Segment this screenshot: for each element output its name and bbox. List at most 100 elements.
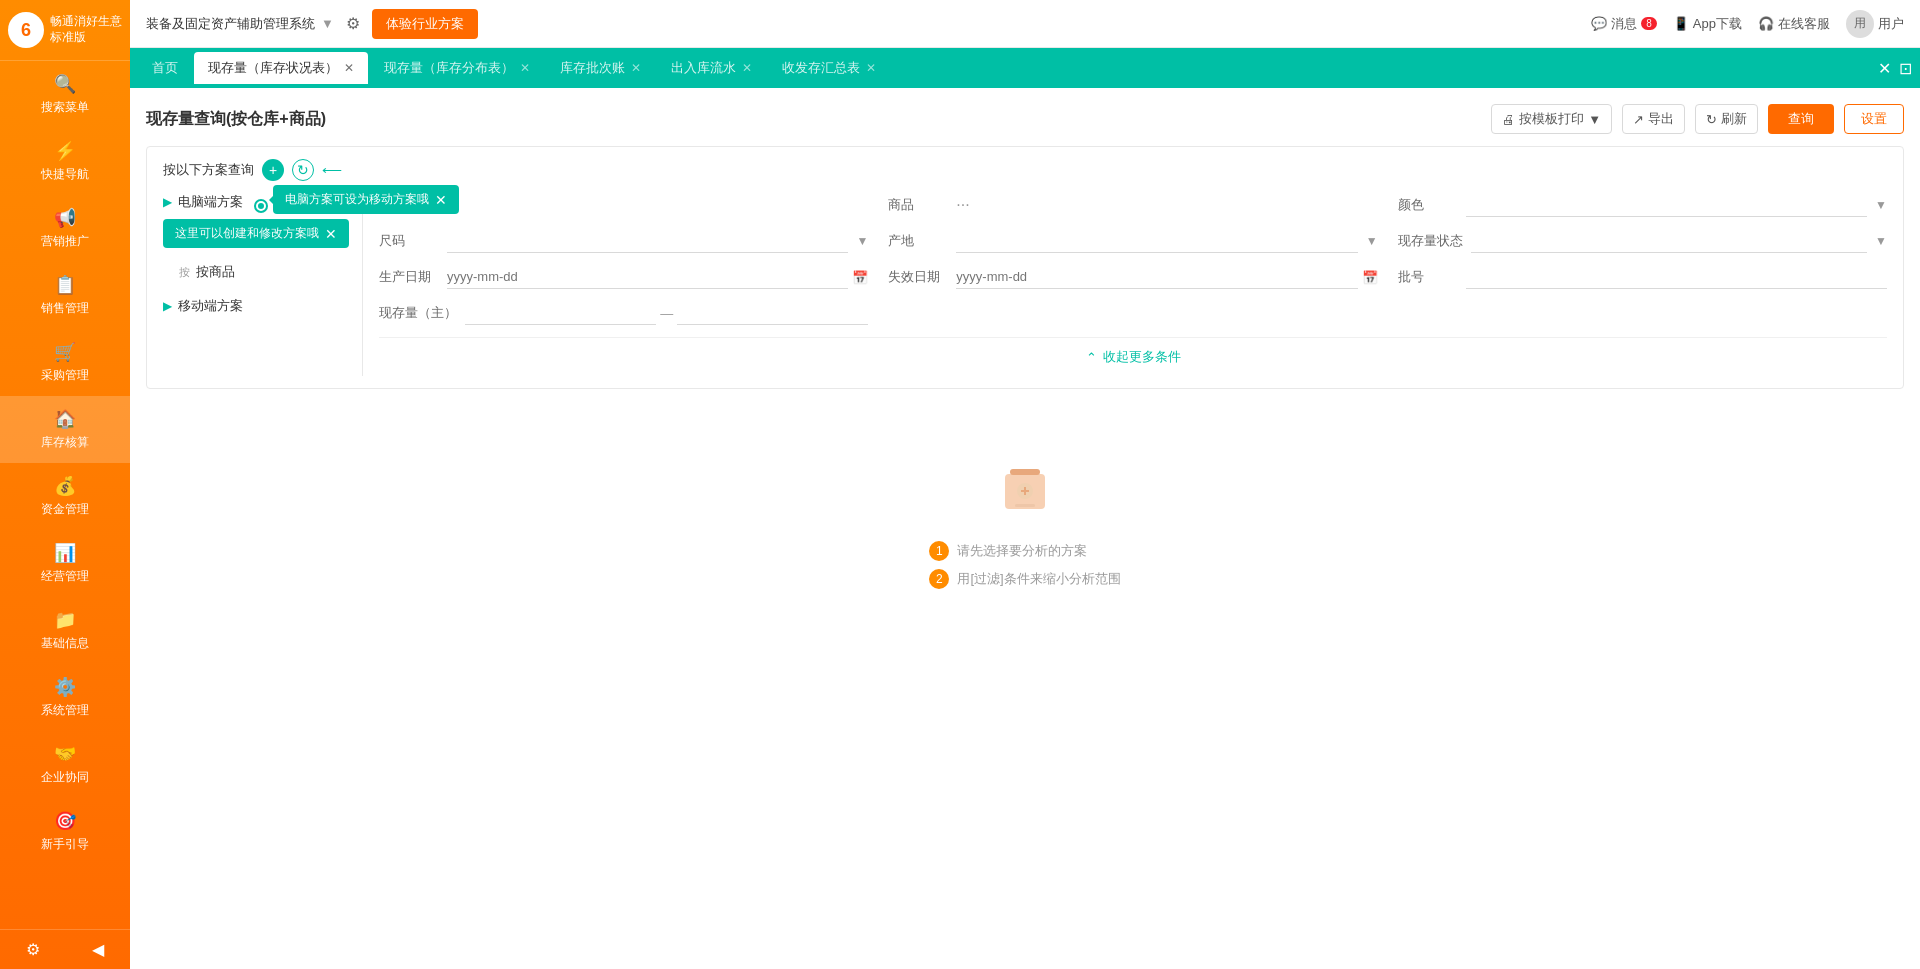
export-icon: ↗ — [1633, 112, 1644, 127]
tab-summary-close[interactable]: ✕ — [866, 61, 876, 75]
filter-add-button[interactable]: + — [262, 159, 284, 181]
desktop-scheme-container: ▶ 电脑端方案 电脑方案可设为移动方案哦 ✕ — [163, 193, 350, 211]
expire-date-start[interactable] — [956, 265, 1357, 289]
batch-field: 批号 — [1398, 265, 1887, 289]
sidebar-item-purchase[interactable]: 🛒采购管理 — [0, 329, 130, 396]
app-download-item[interactable]: 📱 App下载 — [1673, 15, 1742, 33]
sidebar-item-management[interactable]: 📊经营管理 — [0, 530, 130, 597]
expire-date-calendar[interactable]: 📅 — [1362, 270, 1378, 285]
tab-flow-close[interactable]: ✕ — [742, 61, 752, 75]
management-label: 经营管理 — [41, 568, 89, 585]
sidebar-item-marketing[interactable]: 📢营销推广 — [0, 195, 130, 262]
sidebar-item-basic-info[interactable]: 📁基础信息 — [0, 597, 130, 664]
scheme-expand-arrow: ▶ — [163, 195, 172, 209]
produce-date-calendar[interactable]: 📅 — [852, 270, 868, 285]
headset-icon: 🎧 — [1758, 16, 1774, 31]
size-input[interactable] — [447, 229, 848, 253]
sidebar: 6 畅通消好生意 标准版 🔍搜索菜单⚡快捷导航📢营销推广📋销售管理🛒采购管理🏠库… — [0, 0, 130, 969]
page-title-bar: 现存量查询(按仓库+商品) 🖨 按模板打印 ▼ ↗ 导出 ↻ 刷新 — [146, 104, 1904, 134]
message-item[interactable]: 💬 消息 8 — [1591, 15, 1657, 33]
online-service-item[interactable]: 🎧 在线客服 — [1758, 15, 1830, 33]
settings-button[interactable]: ⚙ — [346, 14, 360, 33]
stock-main-to[interactable] — [677, 301, 868, 325]
size-dropdown-arrow[interactable]: ▼ — [856, 234, 868, 248]
stock-status-input[interactable] — [1471, 229, 1867, 253]
sidebar-item-system[interactable]: ⚙️系统管理 — [0, 664, 130, 731]
reset-button[interactable]: 设置 — [1844, 104, 1904, 134]
tab-batch[interactable]: 库存批次账 ✕ — [546, 52, 655, 84]
empty-step-1: 1 请先选择要分析的方案 — [929, 541, 1120, 561]
system-icon: ⚙️ — [54, 676, 76, 698]
collapse-icon[interactable]: ◀ — [92, 940, 104, 959]
tab-inventory-distribution-close[interactable]: ✕ — [520, 61, 530, 75]
stock-main-from[interactable] — [465, 301, 656, 325]
settings-icon[interactable]: ⚙ — [26, 940, 40, 959]
tab-home[interactable]: 首页 — [138, 52, 192, 84]
sidebar-item-inventory[interactable]: 🏠库存核算 — [0, 396, 130, 463]
export-button[interactable]: ↗ 导出 — [1622, 104, 1685, 134]
tab-batch-label: 库存批次账 — [560, 59, 625, 77]
sidebar-item-search-menu[interactable]: 🔍搜索菜单 — [0, 61, 130, 128]
sidebar-item-guide[interactable]: 🎯新手引导 — [0, 798, 130, 865]
basic-info-label: 基础信息 — [41, 635, 89, 652]
system-dropdown-icon[interactable]: ▼ — [321, 16, 334, 31]
tab-inventory-status[interactable]: 现存量（库存状况表） ✕ — [194, 52, 368, 84]
printer-icon: 🖨 — [1502, 112, 1515, 127]
tab-close-all-icon[interactable]: ✕ — [1878, 59, 1891, 78]
message-icon: 💬 — [1591, 16, 1607, 31]
tab-flow[interactable]: 出入库流水✕ — [657, 52, 766, 84]
origin-dropdown-arrow[interactable]: ▼ — [1366, 234, 1378, 248]
mobile-scheme-item[interactable]: ▶ 移动端方案 — [163, 297, 350, 315]
stock-status-field: 现存量状态 ▼ — [1398, 229, 1887, 253]
cooperation-icon: 🤝 — [54, 743, 76, 765]
origin-input[interactable] — [956, 229, 1357, 253]
stock-main-field: 现存量（主） — — [379, 301, 868, 325]
svg-rect-5 — [1015, 504, 1035, 507]
tab-fullscreen-icon[interactable]: ⊡ — [1899, 59, 1912, 78]
print-button[interactable]: 🖨 按模板打印 ▼ — [1491, 104, 1612, 134]
sidebar-nav: 🔍搜索菜单⚡快捷导航📢营销推广📋销售管理🛒采购管理🏠库存核算💰资金管理📊经营管理… — [0, 61, 130, 929]
sidebar-item-sales[interactable]: 📋销售管理 — [0, 262, 130, 329]
stock-status-dropdown[interactable]: ▼ — [1875, 234, 1887, 248]
sidebar-logo: 6 畅通消好生意 标准版 — [0, 0, 130, 61]
sidebar-item-cooperation[interactable]: 🤝企业协同 — [0, 731, 130, 798]
sidebar-item-quick-nav[interactable]: ⚡快捷导航 — [0, 128, 130, 195]
quick-nav-label: 快捷导航 — [41, 166, 89, 183]
empty-illustration — [985, 449, 1065, 529]
tooltip-close-button[interactable]: ✕ — [435, 192, 447, 208]
filter-body: ▶ 电脑端方案 电脑方案可设为移动方案哦 ✕ — [163, 193, 1887, 376]
filter-refresh-button[interactable]: ↻ — [292, 159, 314, 181]
goods-dots[interactable]: ··· — [956, 196, 969, 214]
produce-date-start[interactable] — [447, 265, 848, 289]
batch-input[interactable] — [1466, 265, 1887, 289]
query-button[interactable]: 查询 — [1768, 104, 1834, 134]
header-right: 💬 消息 8 📱 App下载 🎧 在线客服 用 用户 — [1591, 10, 1904, 38]
scheme-sub-item-warehouse[interactable]: 按 按商品 — [179, 263, 350, 281]
main-area: 装备及固定资产辅助管理系统 ▼ ⚙ 体验行业方案 💬 消息 8 📱 App下载 … — [130, 0, 1920, 969]
tab-inventory-status-close[interactable]: ✕ — [344, 61, 354, 75]
collapse-button[interactable]: ⌃ 收起更多条件 — [379, 337, 1887, 376]
experience-button[interactable]: 体验行业方案 — [372, 9, 478, 39]
marketing-label: 营销推广 — [41, 233, 89, 250]
scheme-tooltip: 电脑方案可设为移动方案哦 ✕ — [273, 185, 459, 214]
filter-area: 按以下方案查询 + ↻ ⟵ ▶ 电脑端方案 — [146, 146, 1904, 389]
svg-rect-1 — [1010, 469, 1040, 475]
color-dropdown-arrow[interactable]: ▼ — [1875, 198, 1887, 212]
tab-bar-right: ✕ ⊡ — [1878, 59, 1912, 78]
tab-summary[interactable]: 收发存汇总表✕ — [768, 52, 890, 84]
search-menu-label: 搜索菜单 — [41, 99, 89, 116]
user-item[interactable]: 用 用户 — [1846, 10, 1904, 38]
empty-step-2: 2 用[过滤]条件来缩小分析范围 — [929, 569, 1120, 589]
tab-inventory-distribution[interactable]: 现存量（库存分布表）✕ — [370, 52, 544, 84]
color-input[interactable] — [1466, 193, 1867, 217]
create-tooltip-close[interactable]: ✕ — [325, 226, 337, 242]
tab-batch-close[interactable]: ✕ — [631, 61, 641, 75]
filter-label: 按以下方案查询 — [163, 161, 254, 179]
refresh-button[interactable]: ↻ 刷新 — [1695, 104, 1758, 134]
origin-field: 产地 ▼ — [888, 229, 1377, 253]
avatar: 用 — [1846, 10, 1874, 38]
sub-item-dash: 按 — [179, 265, 190, 280]
tab-inventory-status-label: 现存量（库存状况表） — [208, 59, 338, 77]
filter-back-arrow[interactable]: ⟵ — [322, 162, 342, 178]
sidebar-item-finance[interactable]: 💰资金管理 — [0, 463, 130, 530]
